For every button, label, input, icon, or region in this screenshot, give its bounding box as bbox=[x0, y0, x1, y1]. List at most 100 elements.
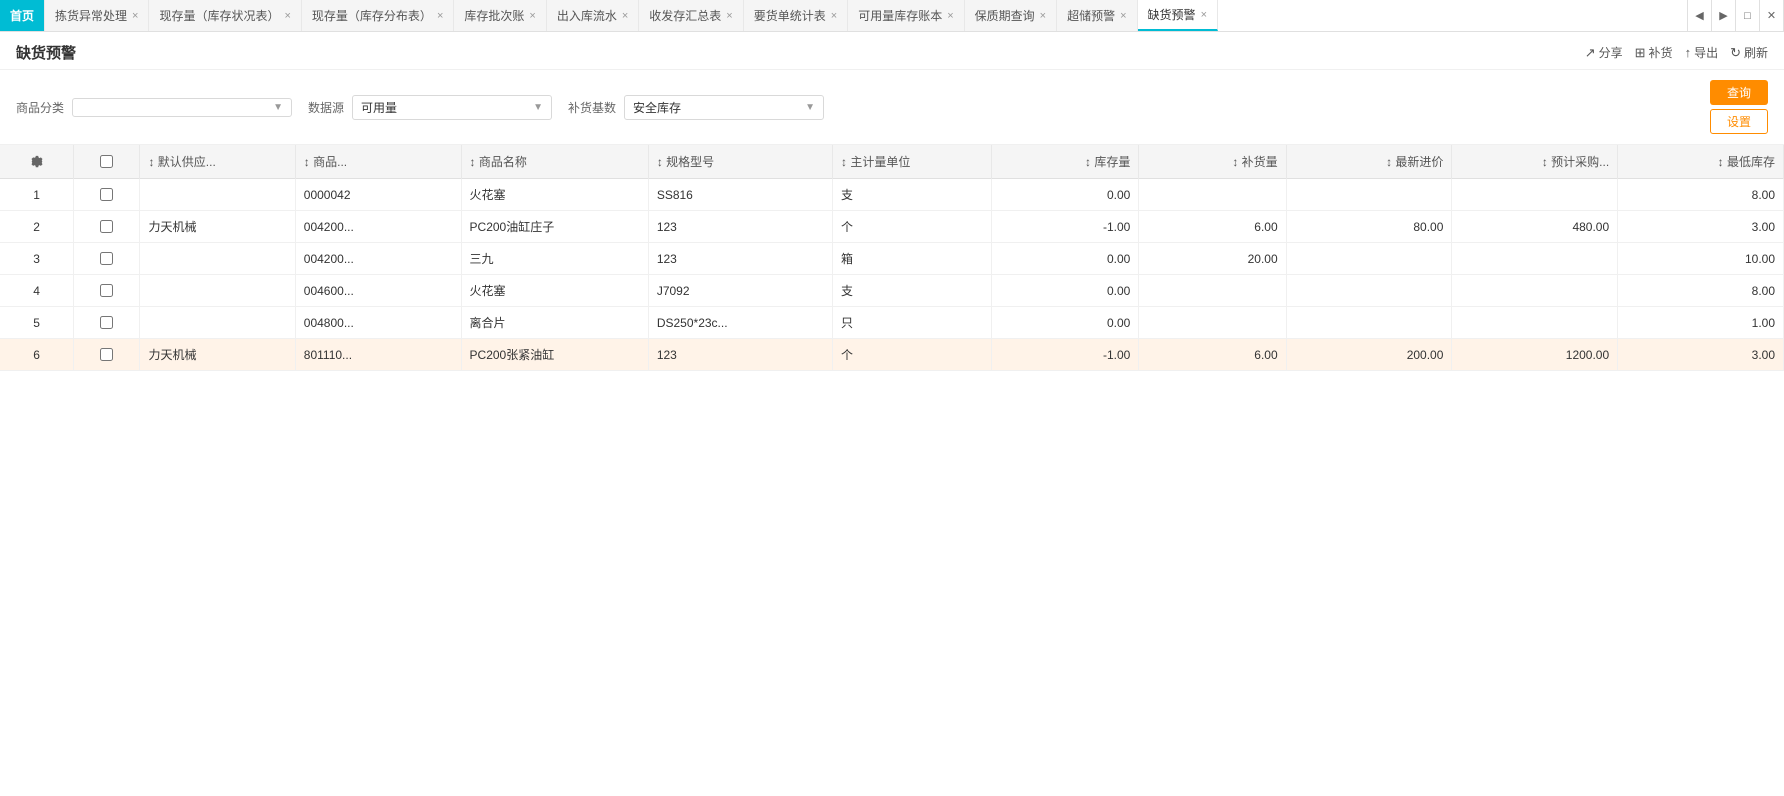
cell-checkbox-0[interactable] bbox=[74, 179, 140, 211]
cell-index-0: 1 bbox=[0, 179, 74, 211]
tab-batch-close[interactable]: × bbox=[529, 10, 535, 22]
th-unit-label: ↕ 主计量单位 bbox=[841, 155, 910, 169]
th-unit[interactable]: ↕ 主计量单位 bbox=[832, 145, 991, 179]
tab-stock-dist[interactable]: 现存量（库存分布表） × bbox=[302, 0, 454, 31]
cell-index-1: 2 bbox=[0, 211, 74, 243]
filter-actions: 查询 设置 bbox=[1710, 80, 1768, 134]
tab-exception-close[interactable]: × bbox=[132, 10, 138, 22]
row-checkbox-1[interactable] bbox=[100, 220, 113, 233]
settings-button[interactable]: 设置 bbox=[1710, 109, 1768, 134]
th-latest-price-label: ↕ 最新进价 bbox=[1386, 155, 1443, 169]
th-stock[interactable]: ↕ 库存量 bbox=[992, 145, 1139, 179]
share-label: 分享 bbox=[1599, 44, 1623, 61]
tab-shortage-close[interactable]: × bbox=[1201, 9, 1207, 21]
row-checkbox-0[interactable] bbox=[100, 188, 113, 201]
th-min-stock[interactable]: ↕ 最低库存 bbox=[1618, 145, 1784, 179]
cell-est-purchase-4 bbox=[1452, 307, 1618, 339]
cell-checkbox-5[interactable] bbox=[74, 339, 140, 371]
tab-avail[interactable]: 可用量库存账本 × bbox=[848, 0, 964, 31]
table-row: 1 0000042 火花塞 SS816 支 0.00 8.00 bbox=[0, 179, 1784, 211]
cell-goods-name-3: 火花塞 bbox=[461, 275, 648, 307]
th-supplier[interactable]: ↕ 默认供应... bbox=[140, 145, 295, 179]
th-checkbox[interactable] bbox=[74, 145, 140, 179]
tab-inout[interactable]: 出入库流水 × bbox=[547, 0, 639, 31]
export-button[interactable]: ↑ 导出 bbox=[1685, 44, 1719, 61]
row-checkbox-3[interactable] bbox=[100, 284, 113, 297]
tab-demand-close[interactable]: × bbox=[831, 10, 837, 22]
cell-index-2: 3 bbox=[0, 243, 74, 275]
tab-stock-dist-close[interactable]: × bbox=[437, 10, 443, 22]
cell-checkbox-2[interactable] bbox=[74, 243, 140, 275]
row-checkbox-4[interactable] bbox=[100, 316, 113, 329]
tab-recv-close[interactable]: × bbox=[726, 10, 732, 22]
tab-recv-label: 收发存汇总表 bbox=[649, 7, 721, 24]
base-select[interactable]: 安全库存 ▼ bbox=[624, 95, 824, 120]
tab-scroll-right[interactable]: ▶ bbox=[1712, 0, 1736, 32]
cell-checkbox-3[interactable] bbox=[74, 275, 140, 307]
tab-demand[interactable]: 要货单统计表 × bbox=[744, 0, 848, 31]
cell-unit-0: 支 bbox=[832, 179, 991, 211]
tab-stock-status[interactable]: 现存量（库存状况表） × bbox=[149, 0, 301, 31]
row-checkbox-5[interactable] bbox=[100, 348, 113, 361]
share-button[interactable]: ↗ 分享 bbox=[1585, 44, 1623, 61]
cell-supplier-1: 力天机械 bbox=[140, 211, 295, 243]
cell-replenish-1: 6.00 bbox=[1139, 211, 1286, 243]
tab-scroll-left[interactable]: ◀ bbox=[1688, 0, 1712, 32]
th-replenish[interactable]: ↕ 补货量 bbox=[1139, 145, 1286, 179]
tab-restore[interactable]: □ bbox=[1736, 0, 1760, 32]
cell-stock-2: 0.00 bbox=[992, 243, 1139, 275]
tab-inout-close[interactable]: × bbox=[622, 10, 628, 22]
th-goods-name[interactable]: ↕ 商品名称 bbox=[461, 145, 648, 179]
table-row: 5 004800... 离合片 DS250*23c... 只 0.00 1.00 bbox=[0, 307, 1784, 339]
tab-shortage[interactable]: 缺货预警 × bbox=[1138, 0, 1218, 31]
cell-est-purchase-2 bbox=[1452, 243, 1618, 275]
tab-close-all[interactable]: ✕ bbox=[1760, 0, 1784, 32]
tab-shortage-label: 缺货预警 bbox=[1148, 6, 1196, 23]
cell-stock-1: -1.00 bbox=[992, 211, 1139, 243]
base-filter-group: 补货基数 安全库存 ▼ bbox=[568, 95, 824, 120]
th-latest-price[interactable]: ↕ 最新进价 bbox=[1286, 145, 1452, 179]
cell-spec-1: 123 bbox=[648, 211, 832, 243]
tab-stock-status-close[interactable]: × bbox=[284, 10, 290, 22]
query-button[interactable]: 查询 bbox=[1710, 80, 1768, 105]
datasource-select-value: 可用量 bbox=[361, 99, 529, 116]
gear-icon[interactable] bbox=[30, 155, 44, 169]
cell-stock-4: 0.00 bbox=[992, 307, 1139, 339]
cell-supplier-3 bbox=[140, 275, 295, 307]
cell-est-purchase-0 bbox=[1452, 179, 1618, 211]
cell-checkbox-4[interactable] bbox=[74, 307, 140, 339]
th-est-purchase-label: ↕ 预计采购... bbox=[1542, 155, 1609, 169]
th-stock-label: ↕ 库存量 bbox=[1085, 155, 1130, 169]
tab-expiry-close[interactable]: × bbox=[1040, 10, 1046, 22]
th-est-purchase[interactable]: ↕ 预计采购... bbox=[1452, 145, 1618, 179]
cell-goods-code-4: 004800... bbox=[295, 307, 461, 339]
th-index bbox=[0, 145, 74, 179]
header-actions: ↗ 分享 ⊞ 补货 ↑ 导出 ↻ 刷新 bbox=[1585, 44, 1768, 61]
tab-home[interactable]: 首页 bbox=[0, 0, 45, 31]
category-select[interactable]: ▼ bbox=[72, 98, 292, 117]
tab-expiry[interactable]: 保质期查询 × bbox=[965, 0, 1057, 31]
select-all-checkbox[interactable] bbox=[100, 155, 113, 168]
th-replenish-label: ↕ 补货量 bbox=[1232, 155, 1277, 169]
datasource-select[interactable]: 可用量 ▼ bbox=[352, 95, 552, 120]
tab-recv[interactable]: 收发存汇总表 × bbox=[639, 0, 743, 31]
tab-avail-close[interactable]: × bbox=[947, 10, 953, 22]
row-checkbox-2[interactable] bbox=[100, 252, 113, 265]
cell-checkbox-1[interactable] bbox=[74, 211, 140, 243]
filter-bar: 商品分类 ▼ 数据源 可用量 ▼ 补货基数 安全库存 ▼ 查询 设置 bbox=[0, 70, 1784, 145]
tab-batch[interactable]: 库存批次账 × bbox=[454, 0, 546, 31]
cell-min-stock-1: 3.00 bbox=[1618, 211, 1784, 243]
datasource-select-arrow: ▼ bbox=[533, 102, 543, 113]
replenish-button[interactable]: ⊞ 补货 bbox=[1635, 44, 1673, 61]
tab-overstock-close[interactable]: × bbox=[1120, 10, 1126, 22]
tab-overstock[interactable]: 超储预警 × bbox=[1057, 0, 1137, 31]
tab-home-label: 首页 bbox=[10, 7, 34, 24]
category-filter-label: 商品分类 bbox=[16, 99, 64, 116]
cell-supplier-0 bbox=[140, 179, 295, 211]
tab-exception[interactable]: 拣货异常处理 × bbox=[45, 0, 149, 31]
th-goods-code[interactable]: ↕ 商品... bbox=[295, 145, 461, 179]
refresh-button[interactable]: ↻ 刷新 bbox=[1730, 44, 1768, 61]
refresh-label: 刷新 bbox=[1744, 44, 1768, 61]
th-spec[interactable]: ↕ 规格型号 bbox=[648, 145, 832, 179]
cell-goods-name-2: 三九 bbox=[461, 243, 648, 275]
